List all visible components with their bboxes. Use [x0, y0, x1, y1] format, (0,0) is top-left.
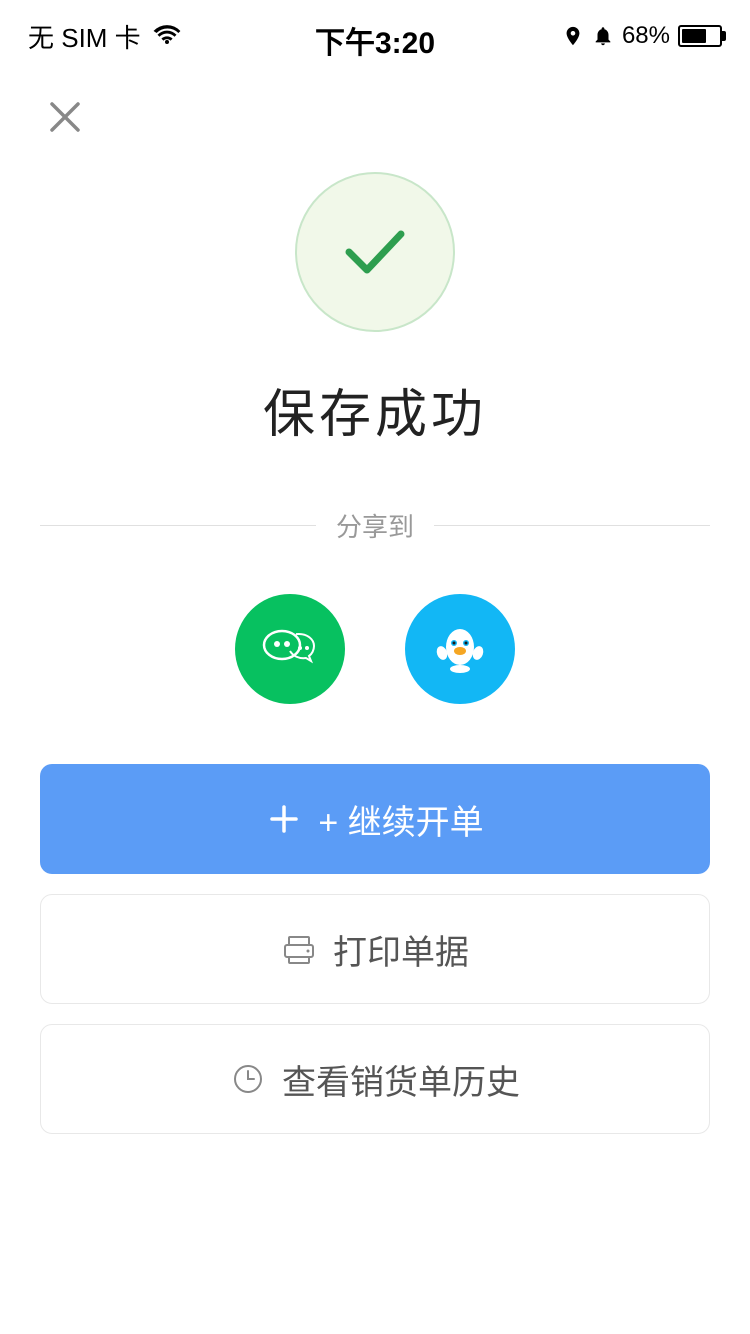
wechat-share-button[interactable] — [235, 594, 345, 704]
history-button[interactable]: 查看销货单历史 — [40, 1024, 710, 1134]
carrier-text: 无 SIM 卡 — [28, 18, 141, 55]
print-label: 打印单据 — [333, 925, 469, 974]
close-button-row — [40, 72, 710, 172]
continue-button[interactable]: + 继续开单 — [40, 764, 710, 874]
location-icon — [562, 25, 584, 47]
status-bar: 无 SIM 卡 下午3:20 68% — [0, 0, 750, 72]
share-label: 分享到 — [336, 507, 414, 544]
share-icons-row — [235, 594, 515, 704]
alarm-icon — [592, 25, 614, 47]
print-button[interactable]: 打印单据 — [40, 894, 710, 1004]
success-circle — [295, 172, 455, 332]
battery-icon — [678, 25, 722, 47]
history-label: 查看销货单历史 — [282, 1055, 520, 1104]
action-buttons: + 继续开单 打印单据 查看销货单历史 — [40, 764, 710, 1134]
plus-icon — [266, 801, 302, 837]
wifi-icon — [151, 24, 183, 48]
main-content: 保存成功 分享到 — [0, 72, 750, 1134]
share-section: 分享到 — [40, 507, 710, 704]
share-divider: 分享到 — [40, 507, 710, 544]
status-right: 68% — [562, 22, 722, 50]
status-left: 无 SIM 卡 — [28, 18, 183, 55]
success-title: 保存成功 — [263, 372, 487, 447]
divider-left — [40, 525, 316, 526]
qq-share-button[interactable] — [405, 594, 515, 704]
divider-right — [434, 525, 710, 526]
checkmark-icon — [335, 210, 415, 295]
history-icon — [230, 1061, 266, 1097]
print-icon — [281, 931, 317, 967]
battery-percent: 68% — [622, 22, 670, 50]
close-button[interactable] — [40, 92, 90, 142]
continue-label: + 继续开单 — [318, 795, 483, 844]
time-display: 下午3:20 — [315, 18, 435, 62]
